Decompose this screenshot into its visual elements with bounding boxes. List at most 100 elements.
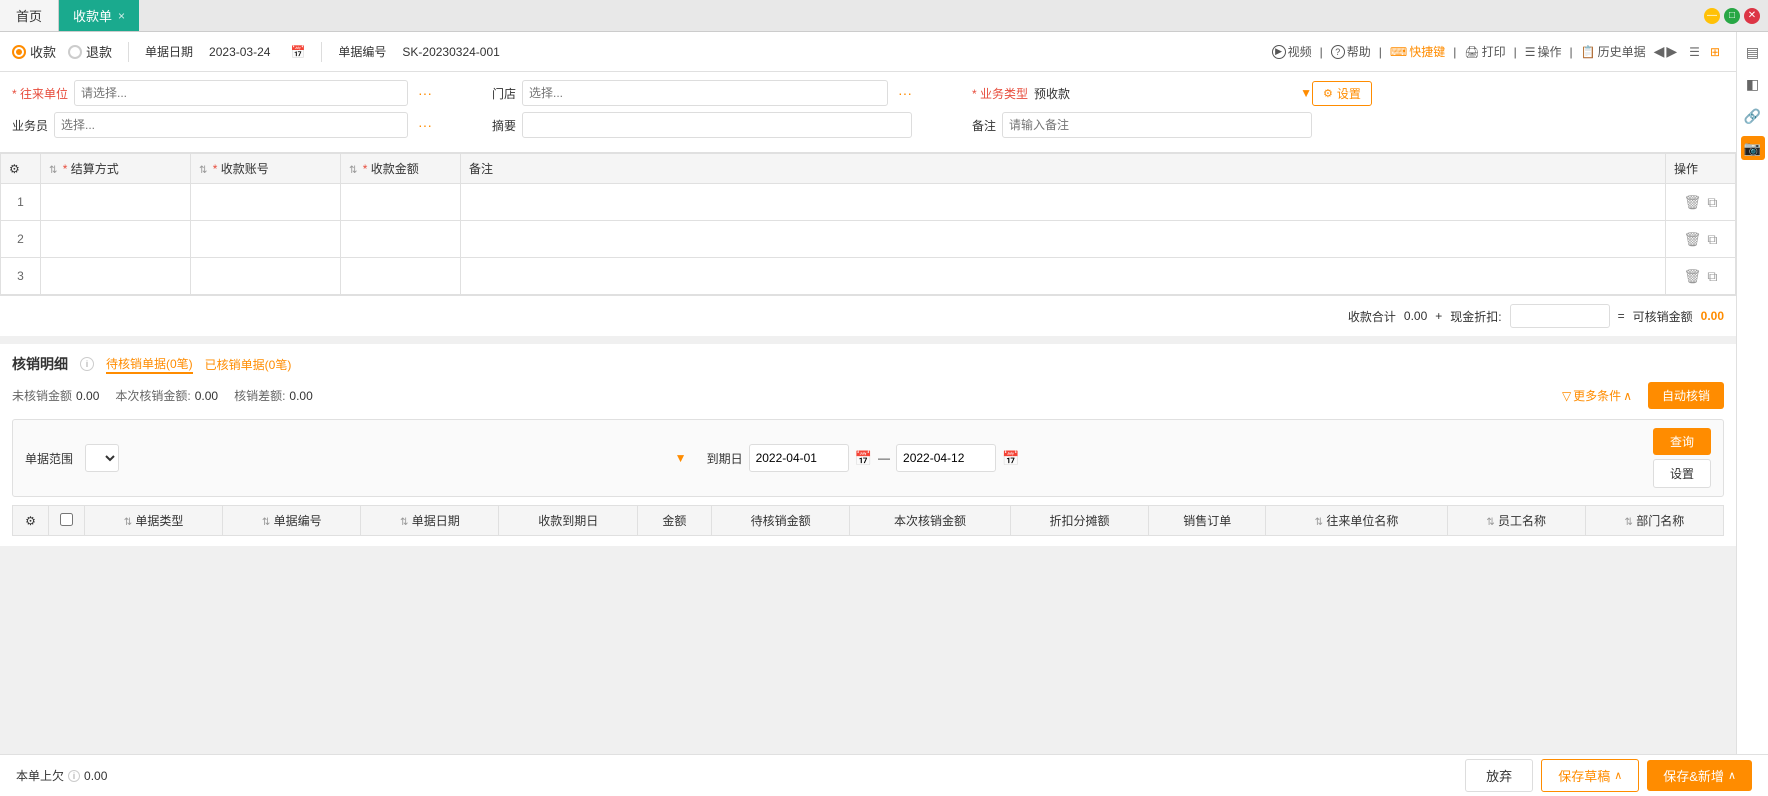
tab-close-icon[interactable]: × (118, 9, 125, 23)
window-close-button[interactable]: ✕ (1744, 8, 1760, 24)
delete-row-1-icon[interactable]: 🗑 (1684, 194, 1702, 211)
payment-method-cell-3[interactable] (41, 258, 191, 295)
receipt-radio[interactable]: 收款 (12, 42, 56, 61)
store-more-icon[interactable]: ··· (898, 85, 912, 101)
tab-home[interactable]: 首页 (0, 0, 59, 31)
pending-tab[interactable]: 待核销单据(0笔) (106, 355, 193, 374)
video-action[interactable]: ▶ 视频 (1272, 43, 1312, 60)
payment-method-cell-2[interactable] (41, 221, 191, 258)
select-all-checkbox[interactable] (60, 513, 73, 526)
date-value[interactable]: 2023-03-24 (209, 45, 270, 59)
date-label: 单据日期 (145, 43, 193, 60)
delete-row-2-icon[interactable]: 🗑 (1684, 231, 1702, 248)
discount-label: 折扣分摊额 (1049, 514, 1109, 528)
discard-button[interactable]: 放弃 (1465, 759, 1533, 792)
sidebar-table-icon[interactable]: ▤ (1741, 40, 1765, 64)
store-label: 门店 (492, 85, 516, 102)
table-row: 2 🗑 ⧉ (1, 221, 1736, 258)
copy-row-2-icon[interactable]: ⧉ (1707, 231, 1717, 248)
counterpart-more-icon[interactable]: ··· (418, 85, 432, 101)
layout-buttons: ☰ ⊞ (1685, 43, 1724, 61)
sidebar-clip-icon[interactable]: 🔗 (1741, 104, 1765, 128)
delete-row-3-icon[interactable]: 🗑 (1684, 268, 1702, 285)
window-maximize-button[interactable]: □ (1724, 8, 1740, 24)
summary-label: 摘要 (492, 117, 516, 134)
counterpart-input[interactable] (74, 80, 408, 106)
number-label: 单据编号 (338, 43, 386, 60)
refund-radio[interactable]: 退款 (68, 42, 112, 61)
date-to-input[interactable] (896, 444, 996, 472)
settings-button[interactable]: ⚙ 设置 (1312, 81, 1372, 106)
action-cell-3: 🗑 ⧉ (1666, 258, 1736, 295)
copy-row-3-icon[interactable]: ⧉ (1707, 268, 1717, 285)
date-calendar-icon[interactable]: 📅 (290, 45, 305, 59)
operations-action[interactable]: ☰ 操作 (1525, 43, 1562, 60)
detail-settings-button[interactable]: 设置 (1653, 459, 1711, 488)
more-conditions-label: 更多条件 (1573, 387, 1621, 404)
detail-settings-col[interactable]: ⚙ (13, 506, 49, 536)
auto-verify-button[interactable]: 自动核销 (1648, 382, 1724, 409)
bottom-bar: 本单上欠 i 0.00 放弃 保存草稿 ∧ 保存&新增 ∧ (0, 754, 1768, 796)
business-type-arrow-icon[interactable]: ▼ (1300, 86, 1312, 100)
date-from-input[interactable] (749, 444, 849, 472)
remarks-input[interactable] (1002, 112, 1312, 138)
store-input[interactable] (522, 80, 888, 106)
staff-label: 员工名称 (1498, 514, 1546, 528)
save-draft-button[interactable]: 保存草稿 ∧ (1541, 759, 1639, 792)
layout-grid-icon[interactable]: ⊞ (1706, 43, 1724, 61)
video-label: 视频 (1288, 43, 1312, 60)
date-to-calendar-icon[interactable]: 📅 (1002, 450, 1019, 467)
history-action[interactable]: 📋 历史单据 (1581, 43, 1646, 60)
tab-receipt[interactable]: 收款单 × (59, 0, 139, 31)
shortcuts-action[interactable]: ⌨ 快捷键 (1390, 43, 1445, 60)
completed-tab[interactable]: 已核销单据(0笔) (205, 356, 292, 373)
nav-next-icon[interactable]: ▶ (1666, 43, 1677, 60)
payment-method-cell-1[interactable] (41, 184, 191, 221)
remarks-cell-1[interactable] (461, 184, 1666, 221)
business-type-field: * 业务类型 预收款 ▼ (972, 85, 1312, 102)
current-stat: 本次核销金额: 0.00 (115, 387, 218, 404)
detail-table-settings-icon[interactable]: ⚙ (25, 514, 36, 528)
action-cell-1: 🗑 ⧉ (1666, 184, 1736, 221)
staff-input[interactable] (54, 112, 408, 138)
account-cell-3[interactable] (191, 258, 341, 295)
more-conditions-button[interactable]: ▽ 更多条件 ∧ (1562, 387, 1632, 404)
print-action[interactable]: 🖨 打印 (1464, 43, 1505, 60)
sidebar-camera-icon[interactable]: 📷 (1741, 136, 1765, 160)
settings-col-header[interactable]: ⚙ (1, 154, 41, 184)
summary-input[interactable] (522, 112, 912, 138)
help-action[interactable]: ? 帮助 (1331, 43, 1371, 60)
amount-cell-1[interactable] (341, 184, 461, 221)
unchecked-value: 0.00 (76, 389, 99, 403)
verify-info-icon[interactable]: i (80, 357, 94, 371)
doc-date-label: 单据日期 (412, 514, 460, 528)
save-new-button[interactable]: 保存&新增 ∧ (1647, 760, 1752, 791)
doc-type-header: ⇅ 单据类型 (85, 506, 223, 536)
discount-input[interactable] (1510, 304, 1610, 328)
business-type-label: * 业务类型 (972, 85, 1028, 102)
amount-cell-3[interactable] (341, 258, 461, 295)
table-settings-icon[interactable]: ⚙ (9, 162, 20, 176)
date-from-calendar-icon[interactable]: 📅 (855, 450, 872, 467)
copy-row-1-icon[interactable]: ⧉ (1707, 194, 1717, 211)
number-value[interactable]: SK-20230324-001 (402, 45, 499, 59)
remarks-cell-3[interactable] (461, 258, 1666, 295)
counterpart-label: 往来单位名称 (1326, 514, 1398, 528)
account-cell-2[interactable] (191, 221, 341, 258)
remarks-cell-2[interactable] (461, 221, 1666, 258)
dept-sort-icon: ⇅ (1625, 517, 1633, 528)
form-area: * 往来单位 ··· 门店 ··· * 业务类型 预收款 ▼ ⚙ 设置 (0, 72, 1736, 153)
range-select[interactable] (85, 444, 119, 472)
staff-more-icon[interactable]: ··· (418, 117, 432, 133)
window-minimize-button[interactable]: — (1704, 8, 1720, 24)
discount-header: 折扣分摊额 (1010, 506, 1149, 536)
query-button[interactable]: 查询 (1653, 428, 1711, 455)
amount-header-detail: 金额 (638, 506, 712, 536)
account-cell-1[interactable] (191, 184, 341, 221)
counterpart-sort-icon: ⇅ (1315, 517, 1323, 528)
nav-prev-icon[interactable]: ◀ (1654, 43, 1665, 60)
sidebar-doc-icon[interactable]: ◧ (1741, 72, 1765, 96)
shortcuts-icon: ⌨ (1390, 45, 1407, 59)
layout-list-icon[interactable]: ☰ (1685, 43, 1704, 61)
amount-cell-2[interactable] (341, 221, 461, 258)
